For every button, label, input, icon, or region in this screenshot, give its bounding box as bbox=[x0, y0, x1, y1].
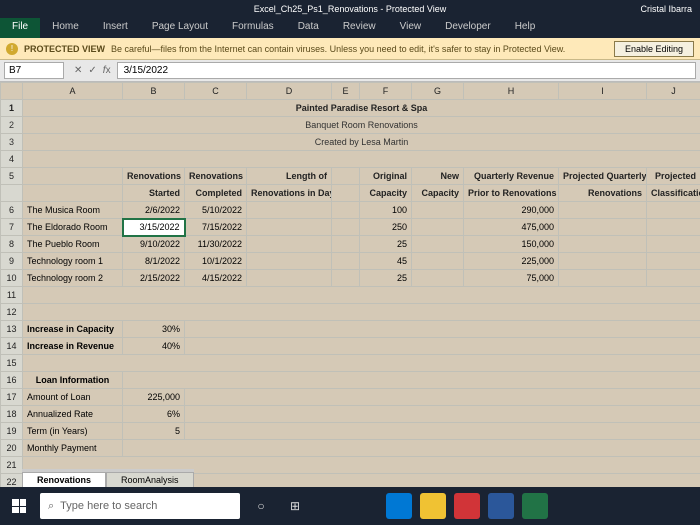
row-header[interactable]: 2 bbox=[1, 117, 23, 134]
sheet-tab-roomanalysis[interactable]: RoomAnalysis bbox=[106, 472, 194, 487]
cancel-icon[interactable]: ✕ bbox=[74, 65, 82, 76]
tab-review[interactable]: Review bbox=[331, 18, 388, 38]
sheet-tab-renovations[interactable]: Renovations bbox=[22, 472, 106, 487]
ribbon-tabs: File Home Insert Page Layout Formulas Da… bbox=[0, 18, 700, 38]
col-header[interactable]: F bbox=[360, 83, 412, 100]
sheet-title: Painted Paradise Resort & Spa bbox=[23, 100, 700, 117]
shield-icon: ! bbox=[6, 43, 18, 55]
fx-icon[interactable]: fx bbox=[103, 65, 111, 76]
table-row: 10Technology room 22/15/20224/15/2022257… bbox=[1, 270, 700, 287]
tab-help[interactable]: Help bbox=[503, 18, 548, 38]
protected-view-bar: ! PROTECTED VIEW Be careful—files from t… bbox=[0, 38, 700, 60]
user-label: Cristal Ibarra bbox=[640, 4, 692, 14]
window-title: Excel_Ch25_Ps1_Renovations - Protected V… bbox=[254, 4, 446, 14]
spreadsheet-area[interactable]: A B C D E F G H I J 1Painted Paradise Re… bbox=[0, 82, 700, 487]
col-header[interactable]: G bbox=[412, 83, 464, 100]
table-row: 9Technology room 18/1/202210/1/202245225… bbox=[1, 253, 700, 270]
table-row: 7The Eldorado Room3/15/20227/15/20222504… bbox=[1, 219, 700, 236]
formula-input[interactable] bbox=[117, 62, 696, 79]
search-placeholder: Type here to search bbox=[60, 500, 157, 512]
taskbar-search[interactable]: ⌕ Type here to search bbox=[40, 493, 240, 519]
title-bar: Excel_Ch25_Ps1_Renovations - Protected V… bbox=[0, 0, 700, 18]
explorer-icon[interactable] bbox=[420, 493, 446, 519]
row-header[interactable]: 5 bbox=[1, 168, 23, 185]
windows-icon bbox=[12, 499, 26, 513]
tab-view[interactable]: View bbox=[388, 18, 434, 38]
word-icon[interactable] bbox=[488, 493, 514, 519]
col-header[interactable]: H bbox=[464, 83, 559, 100]
col-header[interactable]: D bbox=[247, 83, 332, 100]
col-header[interactable]: A bbox=[23, 83, 123, 100]
col-header[interactable]: E bbox=[332, 83, 360, 100]
enable-editing-button[interactable]: Enable Editing bbox=[614, 41, 694, 57]
col-header[interactable]: I bbox=[559, 83, 647, 100]
edge-icon[interactable] bbox=[386, 493, 412, 519]
task-view-icon[interactable]: ⊞ bbox=[282, 493, 308, 519]
tab-home[interactable]: Home bbox=[40, 18, 91, 38]
tab-page-layout[interactable]: Page Layout bbox=[140, 18, 220, 38]
sheet-subtitle: Banquet Room Renovations bbox=[23, 117, 700, 134]
cortana-icon[interactable]: ○ bbox=[248, 493, 274, 519]
row-header[interactable]: 3 bbox=[1, 134, 23, 151]
active-cell[interactable]: 3/15/2022 bbox=[123, 219, 185, 236]
name-box[interactable] bbox=[4, 62, 64, 79]
row-header[interactable]: 4 bbox=[1, 151, 23, 168]
col-header[interactable]: J bbox=[647, 83, 700, 100]
protected-msg: Be careful—files from the Internet can c… bbox=[111, 44, 565, 54]
row-header[interactable]: 1 bbox=[1, 100, 23, 117]
security-icon[interactable] bbox=[454, 493, 480, 519]
taskbar: ⌕ Type here to search ○ ⊞ bbox=[0, 487, 700, 525]
tab-file[interactable]: File bbox=[0, 18, 40, 38]
protected-label: PROTECTED VIEW bbox=[24, 44, 105, 54]
tab-formulas[interactable]: Formulas bbox=[220, 18, 286, 38]
tab-insert[interactable]: Insert bbox=[91, 18, 140, 38]
excel-icon[interactable] bbox=[522, 493, 548, 519]
table-row: 8The Pueblo Room9/10/202211/30/202225150… bbox=[1, 236, 700, 253]
tab-data[interactable]: Data bbox=[286, 18, 331, 38]
formula-bar: ✕ ✓ fx bbox=[0, 60, 700, 82]
search-icon: ⌕ bbox=[48, 500, 54, 513]
windows-start-button[interactable] bbox=[6, 493, 32, 519]
sheet-byline: Created by Lesa Martin bbox=[23, 134, 700, 151]
cells-grid[interactable]: A B C D E F G H I J 1Painted Paradise Re… bbox=[0, 82, 700, 487]
select-all-corner[interactable] bbox=[1, 83, 23, 100]
tab-developer[interactable]: Developer bbox=[433, 18, 503, 38]
col-header[interactable]: B bbox=[123, 83, 185, 100]
accept-icon[interactable]: ✓ bbox=[88, 65, 96, 76]
table-row: 6The Musica Room2/6/20225/10/2022100290,… bbox=[1, 202, 700, 219]
sheet-tabs: Renovations RoomAnalysis bbox=[22, 469, 194, 487]
col-header[interactable]: C bbox=[185, 83, 247, 100]
formula-controls: ✕ ✓ fx bbox=[68, 65, 117, 76]
